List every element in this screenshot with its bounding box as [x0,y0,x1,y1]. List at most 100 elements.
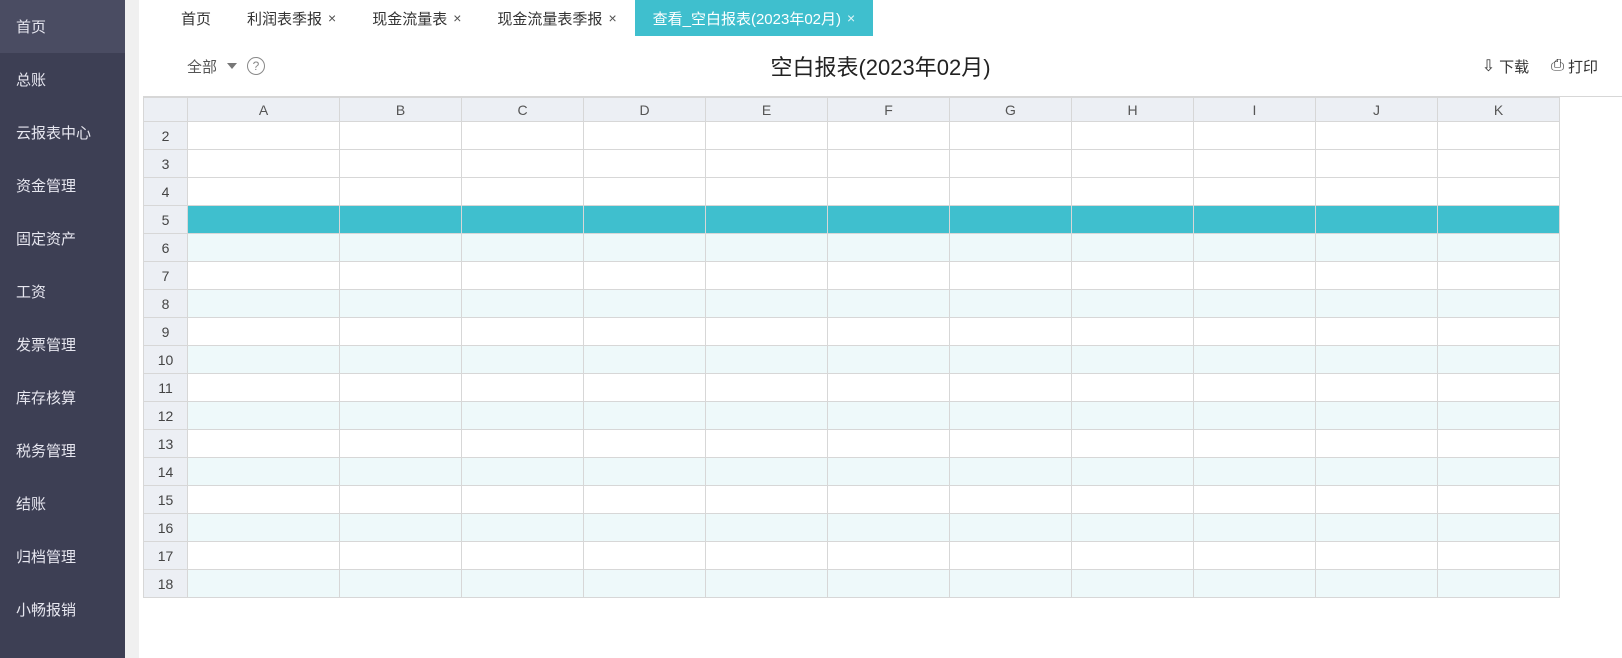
cell[interactable] [188,402,340,430]
cell[interactable] [1438,542,1560,570]
row-header[interactable]: 4 [144,178,188,206]
download-button[interactable]: 下载 [1482,56,1529,77]
cell[interactable] [950,150,1072,178]
cell[interactable] [340,514,462,542]
cell[interactable] [1194,570,1316,598]
cell[interactable] [584,430,706,458]
grid-corner[interactable] [144,98,188,122]
cell[interactable] [1194,122,1316,150]
column-header[interactable]: D [584,98,706,122]
cell[interactable] [706,514,828,542]
cell[interactable] [1072,234,1194,262]
cell[interactable] [462,402,584,430]
cell[interactable] [584,514,706,542]
cell[interactable] [584,374,706,402]
cell[interactable] [584,346,706,374]
cell[interactable] [462,178,584,206]
cell[interactable] [188,234,340,262]
cell[interactable] [340,570,462,598]
cell[interactable] [1438,458,1560,486]
cell[interactable] [1438,178,1560,206]
cell[interactable] [1316,318,1438,346]
cell[interactable] [584,150,706,178]
cell[interactable] [1194,290,1316,318]
cell[interactable] [1194,430,1316,458]
column-header[interactable]: H [1072,98,1194,122]
cell[interactable] [1072,514,1194,542]
cell[interactable] [1072,430,1194,458]
cell[interactable] [1072,178,1194,206]
cell[interactable] [584,570,706,598]
cell[interactable] [340,542,462,570]
sidebar-item-invoice[interactable]: 发票管理 [0,318,130,371]
cell[interactable] [828,290,950,318]
row-header[interactable]: 12 [144,402,188,430]
cell[interactable] [1316,206,1438,234]
cell[interactable] [828,458,950,486]
cell[interactable] [1316,486,1438,514]
cell[interactable] [828,402,950,430]
spreadsheet[interactable]: ABCDEFGHIJK23456789101112131415161718 [143,96,1622,658]
cell[interactable] [462,234,584,262]
sidebar-item-close-account[interactable]: 结账 [0,477,130,530]
cell[interactable] [584,122,706,150]
sidebar-item-home[interactable]: 首页 [0,0,130,53]
sidebar-item-archive[interactable]: 归档管理 [0,530,130,583]
cell[interactable] [706,458,828,486]
cell[interactable] [1194,402,1316,430]
cell[interactable] [1072,402,1194,430]
row-header[interactable]: 16 [144,514,188,542]
cell[interactable] [340,402,462,430]
cell[interactable] [462,290,584,318]
cell[interactable] [828,346,950,374]
cell[interactable] [1194,346,1316,374]
cell[interactable] [188,458,340,486]
cell[interactable] [828,514,950,542]
row-header[interactable]: 9 [144,318,188,346]
cell[interactable] [706,346,828,374]
cell[interactable] [462,262,584,290]
column-header[interactable]: C [462,98,584,122]
cell[interactable] [1438,150,1560,178]
cell[interactable] [584,318,706,346]
cell[interactable] [706,150,828,178]
cell[interactable] [950,458,1072,486]
cell[interactable] [950,374,1072,402]
cell[interactable] [950,570,1072,598]
cell[interactable] [1438,346,1560,374]
cell[interactable] [188,206,340,234]
cell[interactable] [1316,430,1438,458]
cell[interactable] [340,206,462,234]
close-icon[interactable]: × [847,11,855,25]
cell[interactable] [1194,262,1316,290]
cell[interactable] [1438,318,1560,346]
row-header[interactable]: 10 [144,346,188,374]
cell[interactable] [340,122,462,150]
row-header[interactable]: 18 [144,570,188,598]
cell[interactable] [950,206,1072,234]
cell[interactable] [1194,318,1316,346]
cell[interactable] [950,486,1072,514]
cell[interactable] [1194,150,1316,178]
sidebar-item-expense[interactable]: 小畅报销 [0,583,130,636]
cell[interactable] [828,430,950,458]
cell[interactable] [828,570,950,598]
cell[interactable] [462,374,584,402]
cell[interactable] [950,178,1072,206]
cell[interactable] [1194,542,1316,570]
cell[interactable] [1072,542,1194,570]
column-header[interactable]: A [188,98,340,122]
column-header[interactable]: G [950,98,1072,122]
sidebar-item-tax[interactable]: 税务管理 [0,424,130,477]
cell[interactable] [188,150,340,178]
cell[interactable] [1438,486,1560,514]
cell[interactable] [584,542,706,570]
cell[interactable] [188,374,340,402]
cell[interactable] [462,318,584,346]
cell[interactable] [1316,570,1438,598]
cell[interactable] [950,542,1072,570]
cell[interactable] [706,262,828,290]
cell[interactable] [828,542,950,570]
cell[interactable] [1316,290,1438,318]
cell[interactable] [1072,122,1194,150]
